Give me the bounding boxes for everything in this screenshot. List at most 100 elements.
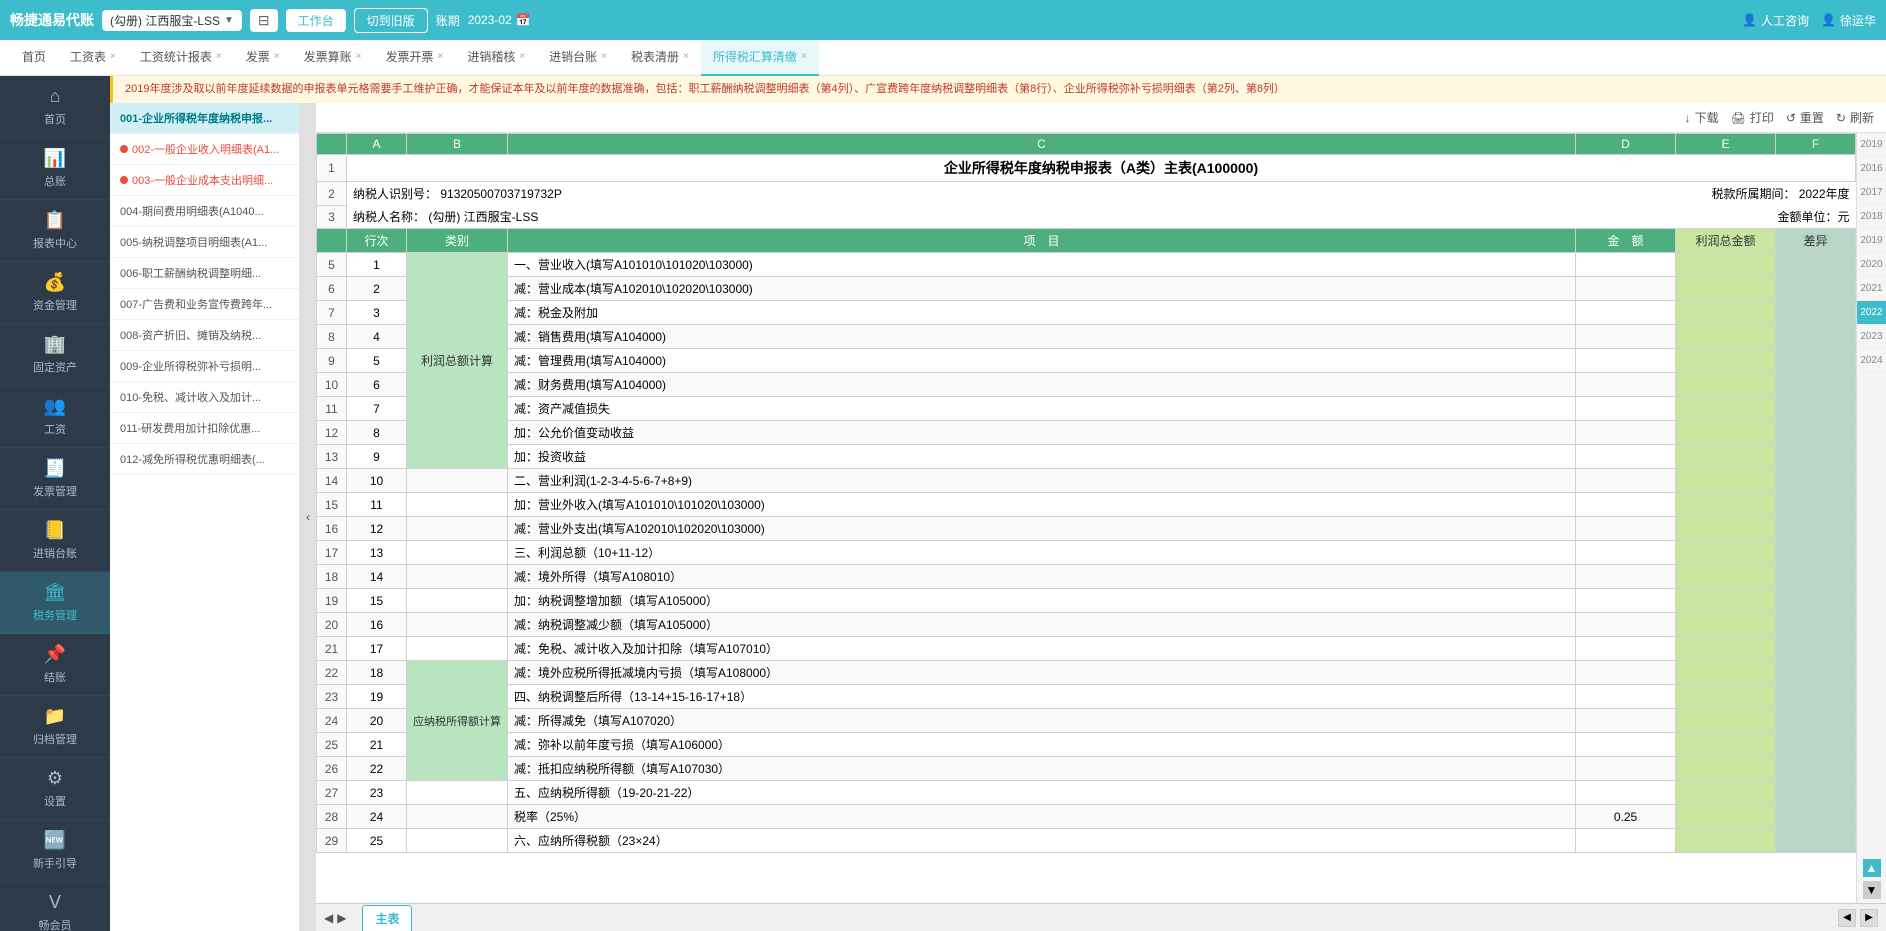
sidebar-item-home[interactable]: ⌂ 首页	[0, 76, 110, 138]
year-2021[interactable]: 2021	[1857, 277, 1886, 301]
app-logo: 畅捷通易代账	[10, 10, 94, 30]
year-2020[interactable]: 2020	[1857, 253, 1886, 277]
sidebar-item-guide[interactable]: 🆕 新手引导	[0, 820, 110, 882]
sheet-toolbar: ↓ 下载 🖨 打印 ↺ 重置 ↻ 刷新	[316, 103, 1886, 133]
collapse-panel-button[interactable]: ‹	[300, 103, 316, 931]
list-item-007[interactable]: 007-广告费和业务宣传费跨年...	[110, 289, 299, 320]
refresh-button[interactable]: ↻ 刷新	[1836, 109, 1874, 126]
close-icon[interactable]: ×	[216, 51, 222, 62]
sidebar-item-archive[interactable]: 📁 归档管理	[0, 696, 110, 758]
table-scroll-right[interactable]: ▶	[1860, 909, 1878, 927]
sidebar-item-tax[interactable]: 🏛 税务管理	[0, 572, 110, 634]
group-profit-calc: 利润总额计算	[407, 253, 508, 469]
payroll-icon: 👥	[44, 396, 66, 417]
download-button[interactable]: ↓ 下载	[1685, 109, 1719, 126]
table-row: 1 企业所得税年度纳税申报表（A类）主表(A100000)	[317, 155, 1856, 182]
tab-home[interactable]: 首页	[10, 40, 58, 76]
sidebar-item-funds[interactable]: 💰 资金管理	[0, 262, 110, 324]
print-button[interactable]: 🖨 打印	[1731, 109, 1774, 126]
tab-tax-table[interactable]: 税表清册 ×	[619, 40, 701, 76]
scroll-down-button[interactable]: ▼	[1863, 881, 1881, 899]
year-panel: 2019 2016 2017 2018 2019 2020 2021 2022 …	[1856, 133, 1886, 903]
close-icon[interactable]: ×	[683, 51, 689, 62]
sheet-nav-left[interactable]: ◀	[324, 911, 333, 925]
reset-button[interactable]: ↺ 重置	[1786, 109, 1824, 126]
sidebar-item-closing[interactable]: 📌 结账	[0, 634, 110, 696]
sheet-nav-right[interactable]: ▶	[337, 911, 346, 925]
switch-version-button[interactable]: 切到旧版	[354, 8, 428, 33]
copy-icon-button[interactable]: ⊟	[250, 9, 278, 32]
year-2018[interactable]: 2018	[1857, 205, 1886, 229]
tab-purchase-sale-ledger[interactable]: 进销台账 ×	[537, 40, 619, 76]
col-letter-spacer	[317, 134, 347, 155]
year-2024[interactable]: 2024	[1857, 349, 1886, 373]
tab-purchase-sale-check[interactable]: 进销稽核 ×	[455, 40, 537, 76]
list-item-010[interactable]: 010-免税、减计收入及加计...	[110, 382, 299, 413]
funds-icon: 💰	[44, 272, 66, 293]
close-icon[interactable]: ×	[437, 51, 443, 62]
table-row: 29 25 六、应纳所得税额（23×24）	[317, 829, 1856, 853]
table-row: 27 23 五、应纳税所得额（19-20-21-22）	[317, 781, 1856, 805]
table-row: 17 13 三、利润总额（10+11-12）	[317, 541, 1856, 565]
sidebar-item-reports[interactable]: 📋 报表中心	[0, 200, 110, 262]
sidebar-item-member[interactable]: V 畅会员	[0, 882, 110, 931]
warning-text: 2019年度涉及取以前年度延续数据的申报表单元格需要手工维护正确，才能保证本年及…	[125, 83, 1285, 95]
list-item-004[interactable]: 004-期间费用明细表(A1040...	[110, 196, 299, 227]
scroll-up-button[interactable]: ▲	[1863, 859, 1881, 877]
list-item-002[interactable]: 002-一般企业收入明细表(A1...	[110, 134, 299, 165]
list-item-009[interactable]: 009-企业所得税弥补亏损明...	[110, 351, 299, 382]
close-icon[interactable]: ×	[356, 51, 362, 62]
spreadsheet-area[interactable]: A B C D E F	[316, 133, 1856, 903]
close-icon[interactable]: ×	[519, 51, 525, 62]
sidebar-item-sales-ledger[interactable]: 📒 进销台账	[0, 510, 110, 572]
year-2023[interactable]: 2023	[1857, 325, 1886, 349]
sidebar-item-settings[interactable]: ⚙ 设置	[0, 758, 110, 820]
col-header-item: 项 目	[508, 229, 1576, 253]
table-scroll-left[interactable]: ◀	[1838, 909, 1856, 927]
guide-icon: 🆕	[44, 830, 66, 851]
calendar-icon[interactable]: 📅	[516, 13, 531, 27]
user-service[interactable]: 👤 人工咨询	[1742, 12, 1809, 29]
list-item-005[interactable]: 005-纳税调整项目明细表(A1...	[110, 227, 299, 258]
workbench-button[interactable]: 工作台	[286, 9, 346, 32]
list-item-012[interactable]: 012-减免所得税优惠明细表(...	[110, 444, 299, 475]
list-item-001[interactable]: 001-企业所得税年度纳税申报...	[110, 103, 299, 134]
col-C: C	[508, 134, 1576, 155]
tab-invoice[interactable]: 发票 ×	[234, 40, 292, 76]
year-2019[interactable]: 2019	[1857, 229, 1886, 253]
list-item-008[interactable]: 008-资产折旧、摊销及纳税...	[110, 320, 299, 351]
sidebar-item-payroll[interactable]: 👥 工资	[0, 386, 110, 448]
user-profile[interactable]: 👤 徐运华	[1821, 12, 1876, 29]
tab-payroll[interactable]: 工资表 ×	[58, 40, 128, 76]
list-item-003[interactable]: 003-一般企业成本支出明细...	[110, 165, 299, 196]
year-2017[interactable]: 2017	[1857, 181, 1886, 205]
sidebar-item-ledger[interactable]: 📊 总账	[0, 138, 110, 200]
close-icon[interactable]: ×	[110, 51, 116, 62]
close-icon[interactable]: ×	[601, 51, 607, 62]
year-2019-top[interactable]: 2019	[1857, 133, 1886, 157]
tax-icon: 🏛	[44, 582, 67, 603]
warning-bar: 2019年度涉及取以前年度延续数据的申报表单元格需要手工维护正确，才能保证本年及…	[110, 76, 1886, 103]
sheet-tab-main[interactable]: 主表	[362, 905, 412, 931]
company-selector[interactable]: (勾册) 江西服宝-LSS ▼	[102, 10, 242, 31]
sidebar-item-assets[interactable]: 🏢 固定资产	[0, 324, 110, 386]
year-2016[interactable]: 2016	[1857, 157, 1886, 181]
close-icon[interactable]: ×	[274, 51, 280, 62]
settings-icon: ⚙	[47, 768, 63, 789]
content-area: 2019年度涉及取以前年度延续数据的申报表单元格需要手工维护正确，才能保证本年及…	[110, 76, 1886, 931]
tab-income-tax[interactable]: 所得税汇算清缴 ×	[701, 40, 819, 76]
table-row: 11 7 减：资产减值损失	[317, 397, 1856, 421]
list-item-011[interactable]: 011-研发费用加计扣除优惠...	[110, 413, 299, 444]
col-B: B	[407, 134, 508, 155]
period-label: 账期	[436, 12, 460, 29]
tax-table: A B C D E F	[316, 133, 1856, 853]
tab-payroll-stat[interactable]: 工资统计报表 ×	[128, 40, 234, 76]
close-icon[interactable]: ×	[801, 51, 807, 62]
tab-invoice-open[interactable]: 发票开票 ×	[373, 40, 455, 76]
col-D: D	[1576, 134, 1676, 155]
sidebar-item-invoice-mgmt[interactable]: 🧾 发票管理	[0, 448, 110, 510]
list-item-006[interactable]: 006-职工薪酬纳税调整明细...	[110, 258, 299, 289]
main-layout: ⌂ 首页 📊 总账 📋 报表中心 💰 资金管理 🏢 固定资产 👥 工资 🧾 发票…	[0, 76, 1886, 931]
tab-invoice-calc[interactable]: 发票算账 ×	[292, 40, 374, 76]
year-2022[interactable]: 2022	[1857, 301, 1886, 325]
